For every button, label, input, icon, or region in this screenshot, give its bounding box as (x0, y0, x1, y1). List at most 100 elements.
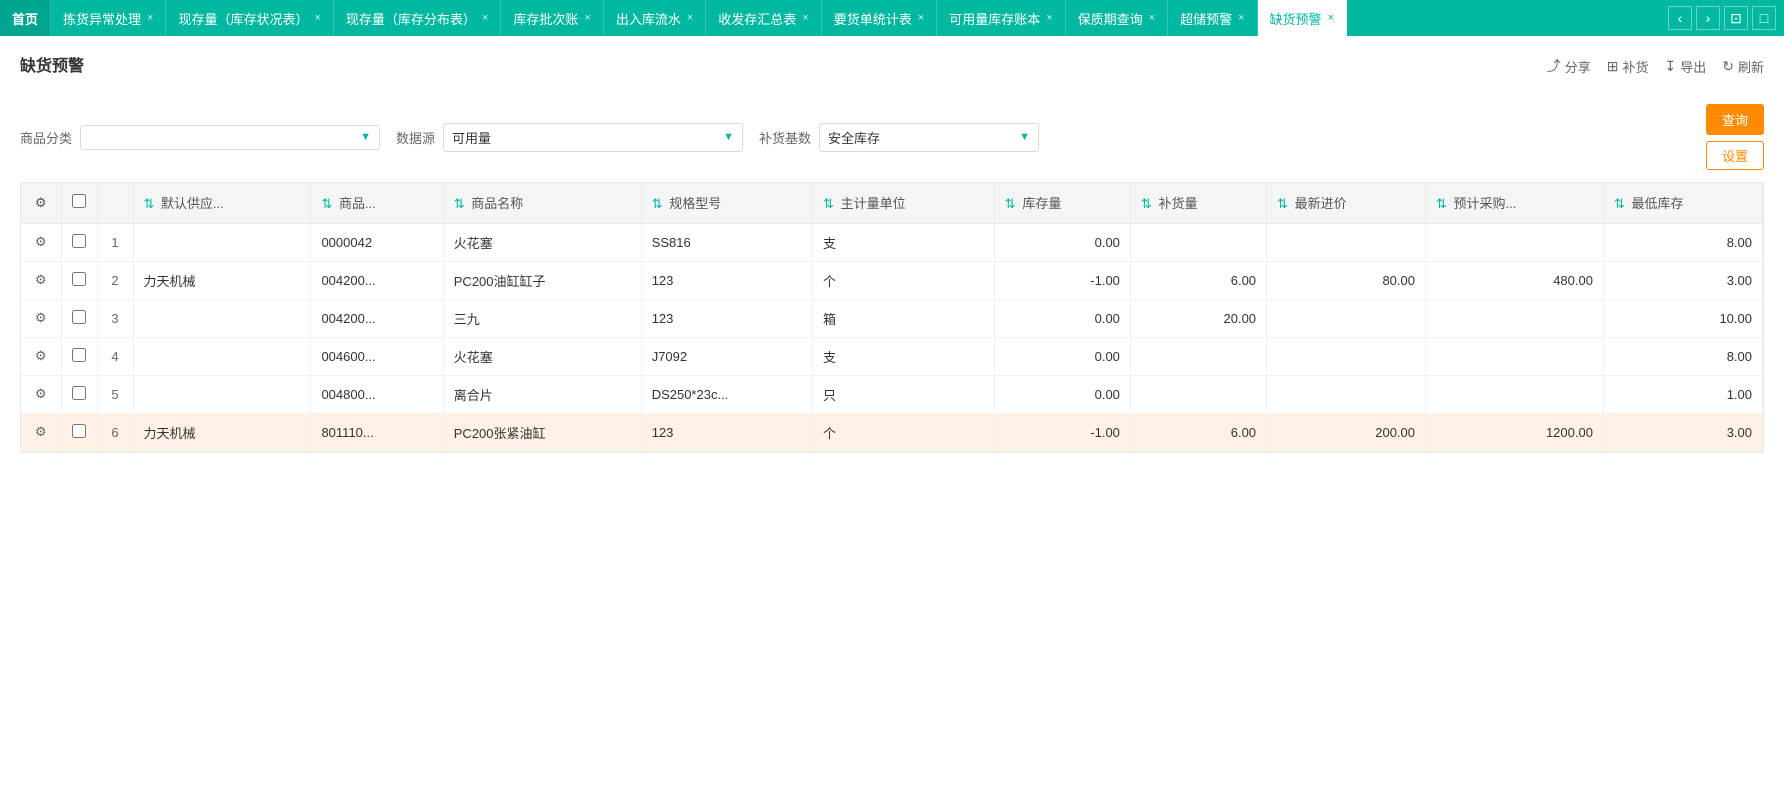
row-checkbox[interactable] (72, 234, 86, 248)
nav-tab-expiry[interactable]: 保质期查询 × (1066, 0, 1168, 36)
close-icon[interactable]: × (147, 12, 153, 24)
table-row[interactable]: ⚙ 2 力天机械 004200... PC200油缸缸子 123 个 -1.00… (21, 261, 1763, 299)
row-est-purchase-cell: 1200.00 (1426, 413, 1604, 451)
query-button[interactable]: 查询 (1706, 104, 1764, 135)
nav-next-button[interactable]: › (1696, 6, 1720, 30)
row-stock-cell: -1.00 (994, 261, 1130, 299)
row-num-cell: 1 (97, 223, 133, 261)
table-row[interactable]: ⚙ 1 0000042 火花塞 SS816 支 0.00 8.00 (21, 223, 1763, 261)
table-row[interactable]: ⚙ 4 004600... 火花塞 J7092 支 0.00 8.00 (21, 337, 1763, 375)
close-icon[interactable]: × (1149, 12, 1155, 24)
row-checkbox-cell[interactable] (61, 337, 97, 375)
row-est-purchase-cell (1426, 299, 1604, 337)
col-supplier-header[interactable]: ⇅ 默认供应... (133, 183, 311, 223)
table-row[interactable]: ⚙ 5 004800... 离合片 DS250*23c... 只 0.00 1.… (21, 375, 1763, 413)
row-settings-cell[interactable]: ⚙ (21, 375, 61, 413)
settings-button[interactable]: 设置 (1706, 141, 1764, 170)
nav-tab-demand[interactable]: 要货单统计表 × (822, 0, 937, 36)
close-icon[interactable]: × (1046, 12, 1052, 24)
col-unit-header[interactable]: ⇅ 主计量单位 (813, 183, 995, 223)
row-replenish-cell: 20.00 (1130, 299, 1266, 337)
category-select[interactable]: ▼ (80, 125, 380, 150)
row-checkbox-cell[interactable] (61, 261, 97, 299)
datasource-filter-group: 数据源 可用量 ▼ (396, 123, 743, 152)
row-checkbox[interactable] (72, 348, 86, 362)
nav-tab-available[interactable]: 可用量库存账本 × (937, 0, 1065, 36)
row-settings-cell[interactable]: ⚙ (21, 337, 61, 375)
nav-maximize-button[interactable]: □ (1752, 6, 1776, 30)
row-checkbox-cell[interactable] (61, 299, 97, 337)
close-icon[interactable]: × (1238, 12, 1244, 24)
row-checkbox[interactable] (72, 272, 86, 286)
row-checkbox-cell[interactable] (61, 375, 97, 413)
share-icon: ⤴ (1547, 56, 1561, 76)
nav-prev-button[interactable]: ‹ (1668, 6, 1692, 30)
col-replenish-header[interactable]: ⇅ 补货量 (1130, 183, 1266, 223)
row-spec-cell: 123 (641, 299, 812, 337)
refresh-icon: ↻ (1722, 58, 1734, 75)
col-goods-code-header[interactable]: ⇅ 商品... (311, 183, 443, 223)
nav-tab-overstock[interactable]: 超储预警 × (1168, 0, 1257, 36)
data-table-container: ⚙ ⇅ 默认供应... ⇅ 商品... ⇅ (20, 182, 1764, 453)
row-unit-cell: 只 (813, 375, 995, 413)
row-settings-cell[interactable]: ⚙ (21, 299, 61, 337)
col-stock-header[interactable]: ⇅ 库存量 (994, 183, 1130, 223)
close-icon[interactable]: × (687, 12, 693, 24)
row-checkbox[interactable] (72, 386, 86, 400)
close-icon[interactable]: × (482, 12, 488, 24)
row-min-stock-cell: 3.00 (1603, 413, 1762, 451)
table-row[interactable]: ⚙ 6 力天机械 801110... PC200张紧油缸 123 个 -1.00… (21, 413, 1763, 451)
export-button[interactable]: ↧ 导出 (1665, 57, 1707, 76)
row-unit-cell: 箱 (813, 299, 995, 337)
sort-icon: ⇅ (823, 196, 834, 211)
close-icon[interactable]: × (314, 12, 320, 24)
col-settings-header[interactable]: ⚙ (21, 183, 61, 223)
row-latest-price-cell (1267, 375, 1426, 413)
nav-tab-shortage[interactable]: 缺货预警 × (1258, 0, 1347, 36)
row-supplier-cell (133, 223, 311, 261)
col-checkbox-header[interactable] (61, 183, 97, 223)
sort-icon: ⇅ (454, 196, 465, 211)
nav-tab-batch[interactable]: 库存批次账 × (501, 0, 603, 36)
replenish-base-select[interactable]: 安全库存 ▼ (819, 123, 1039, 152)
col-goods-name-header[interactable]: ⇅ 商品名称 (443, 183, 641, 223)
close-icon[interactable]: × (918, 12, 924, 24)
row-spec-cell: DS250*23c... (641, 375, 812, 413)
row-settings-cell[interactable]: ⚙ (21, 223, 61, 261)
col-min-stock-header[interactable]: ⇅ 最低库存 (1603, 183, 1762, 223)
col-spec-header[interactable]: ⇅ 规格型号 (641, 183, 812, 223)
nav-bar: 首页 拣货异常处理 × 现存量（库存状况表） × 现存量（库存分布表） × 库存… (0, 0, 1784, 36)
row-checkbox-cell[interactable] (61, 223, 97, 261)
data-table: ⚙ ⇅ 默认供应... ⇅ 商品... ⇅ (21, 183, 1763, 452)
table-row[interactable]: ⚙ 3 004200... 三九 123 箱 0.00 20.00 10.00 (21, 299, 1763, 337)
row-checkbox[interactable] (72, 310, 86, 324)
row-latest-price-cell: 80.00 (1267, 261, 1426, 299)
row-checkbox-cell[interactable] (61, 413, 97, 451)
nav-tab-flow[interactable]: 出入库流水 × (604, 0, 706, 36)
col-latest-price-header[interactable]: ⇅ 最新进价 (1267, 183, 1426, 223)
nav-tab-home[interactable]: 首页 (0, 0, 51, 36)
refresh-button[interactable]: ↻ 刷新 (1722, 57, 1764, 76)
row-settings-cell[interactable]: ⚙ (21, 261, 61, 299)
nav-tab-inventory-dist[interactable]: 现存量（库存分布表） × (334, 0, 501, 36)
row-stock-cell: 0.00 (994, 299, 1130, 337)
datasource-select[interactable]: 可用量 ▼ (443, 123, 743, 152)
row-replenish-cell: 6.00 (1130, 413, 1266, 451)
replenish-base-filter-group: 补货基数 安全库存 ▼ (759, 123, 1039, 152)
replenish-button[interactable]: ⊞ 补货 (1607, 57, 1649, 76)
datasource-label: 数据源 (396, 128, 435, 147)
close-icon[interactable]: × (584, 12, 590, 24)
nav-restore-button[interactable]: ⊡ (1724, 6, 1748, 30)
close-icon[interactable]: × (1328, 12, 1334, 24)
nav-tab-abnormal[interactable]: 拣货异常处理 × (51, 0, 166, 36)
row-supplier-cell: 力天机械 (133, 413, 311, 451)
row-latest-price-cell (1267, 299, 1426, 337)
share-button[interactable]: ⤴ 分享 (1547, 56, 1591, 76)
select-all-checkbox[interactable] (72, 194, 86, 208)
col-est-purchase-header[interactable]: ⇅ 预计采购... (1426, 183, 1604, 223)
row-settings-cell[interactable]: ⚙ (21, 413, 61, 451)
row-checkbox[interactable] (72, 424, 86, 438)
close-icon[interactable]: × (802, 12, 808, 24)
nav-tab-receipt[interactable]: 收发存汇总表 × (706, 0, 821, 36)
nav-tab-inventory-status[interactable]: 现存量（库存状况表） × (166, 0, 333, 36)
